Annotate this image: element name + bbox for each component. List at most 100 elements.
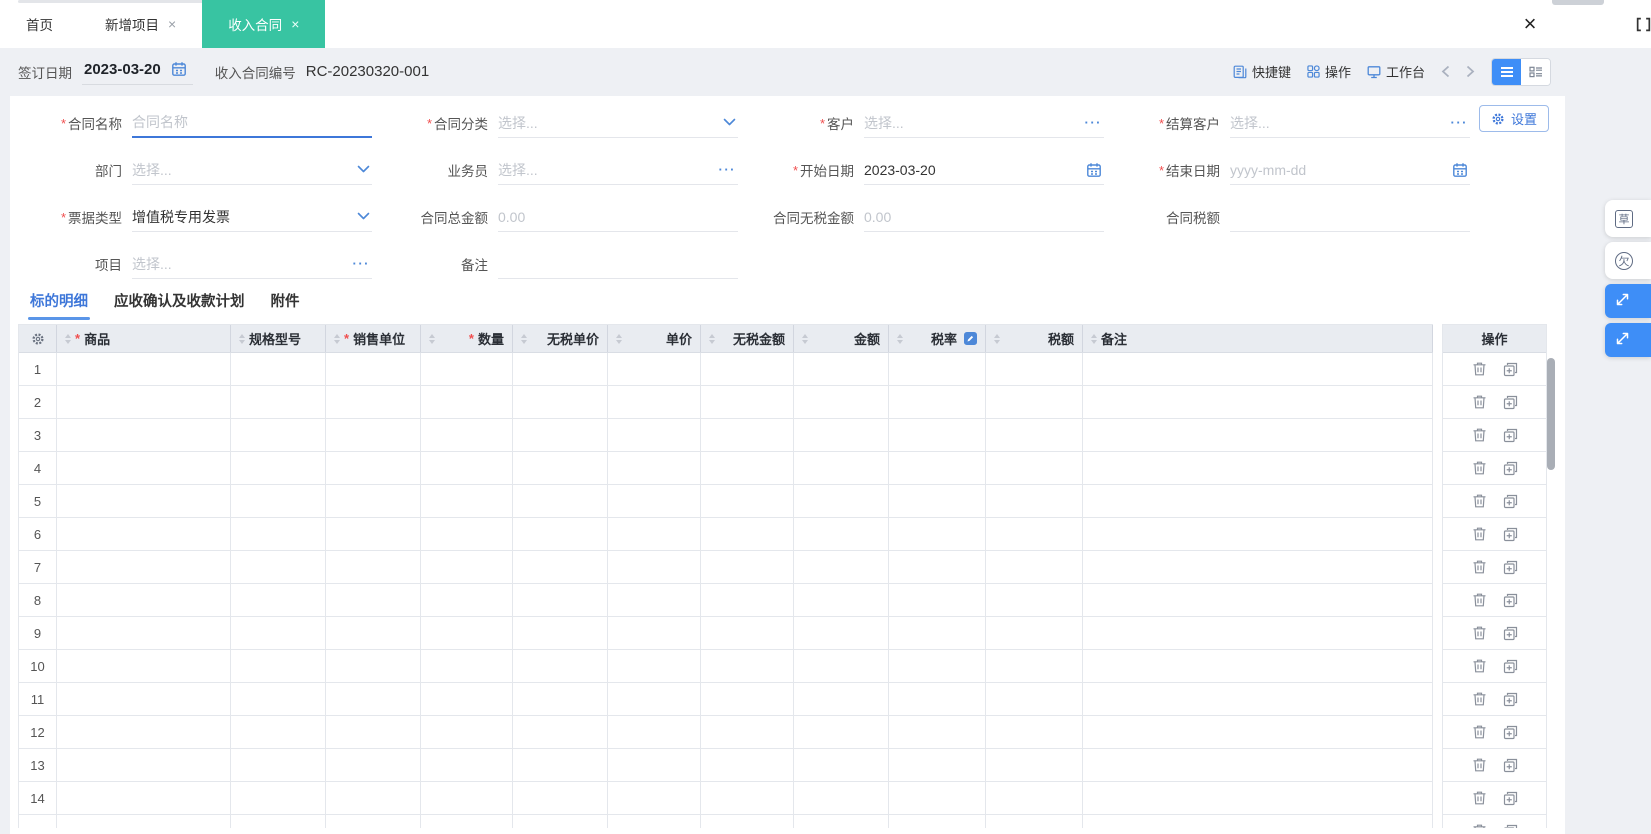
cell-row-remark[interactable] bbox=[1083, 815, 1433, 828]
cell-quantity[interactable] bbox=[421, 617, 513, 649]
copy-row-icon[interactable] bbox=[1503, 791, 1518, 806]
cell-amount[interactable] bbox=[794, 452, 889, 484]
sort-icon[interactable] bbox=[429, 333, 435, 344]
cell-tax-rate[interactable] bbox=[889, 485, 986, 517]
toolbar-workbench-button[interactable]: 工作台 bbox=[1367, 62, 1425, 81]
cell-sales-unit[interactable] bbox=[326, 749, 421, 781]
cell-sales-unit[interactable] bbox=[326, 485, 421, 517]
calendar-icon[interactable] bbox=[1084, 162, 1104, 178]
cell-sales-unit[interactable] bbox=[326, 518, 421, 550]
cell-taxfree-price[interactable] bbox=[513, 584, 608, 616]
column-header-sales-unit[interactable]: * 销售单位 bbox=[326, 325, 421, 352]
cell-taxfree-amount[interactable] bbox=[701, 749, 794, 781]
cell-sales-unit[interactable] bbox=[326, 551, 421, 583]
cell-amount[interactable] bbox=[794, 716, 889, 748]
cell-tax-rate[interactable] bbox=[889, 584, 986, 616]
copy-row-icon[interactable] bbox=[1503, 758, 1518, 773]
cell-product[interactable] bbox=[57, 716, 231, 748]
chevron-down-icon[interactable] bbox=[355, 165, 372, 174]
cell-product[interactable] bbox=[57, 551, 231, 583]
tab-home[interactable]: 首页 bbox=[0, 0, 79, 48]
salesperson-input[interactable] bbox=[498, 156, 717, 183]
copy-row-icon[interactable] bbox=[1503, 494, 1518, 509]
department-input[interactable] bbox=[132, 156, 355, 183]
cell-tax-amount[interactable] bbox=[986, 386, 1083, 418]
cell-tax-rate[interactable] bbox=[889, 518, 986, 550]
tab-income-contract[interactable]: 收入合同 × bbox=[202, 0, 326, 48]
cell-taxfree-amount[interactable] bbox=[701, 386, 794, 418]
settlement-customer-input[interactable] bbox=[1230, 109, 1449, 136]
cell-spec-model[interactable] bbox=[231, 419, 326, 451]
cell-quantity[interactable] bbox=[421, 452, 513, 484]
cell-price[interactable] bbox=[608, 584, 701, 616]
delete-row-icon[interactable] bbox=[1472, 823, 1487, 828]
detail-tab-subject-detail[interactable]: 标的明细 bbox=[28, 290, 90, 320]
cell-taxfree-price[interactable] bbox=[513, 683, 608, 715]
cell-product[interactable] bbox=[57, 815, 231, 828]
cell-spec-model[interactable] bbox=[231, 551, 326, 583]
cell-amount[interactable] bbox=[794, 551, 889, 583]
sort-icon[interactable] bbox=[239, 333, 245, 344]
cell-spec-model[interactable] bbox=[231, 353, 326, 385]
delete-row-icon[interactable] bbox=[1472, 658, 1487, 674]
cell-sales-unit[interactable] bbox=[326, 716, 421, 748]
list-view-button[interactable] bbox=[1492, 58, 1521, 85]
calendar-icon[interactable] bbox=[171, 61, 187, 77]
cell-price[interactable] bbox=[608, 452, 701, 484]
cell-quantity[interactable] bbox=[421, 485, 513, 517]
cell-taxfree-amount[interactable] bbox=[701, 716, 794, 748]
cell-taxfree-price[interactable] bbox=[513, 716, 608, 748]
cell-sales-unit[interactable] bbox=[326, 386, 421, 418]
cell-price[interactable] bbox=[608, 617, 701, 649]
fullscreen-icon[interactable] bbox=[1621, 5, 1651, 43]
cell-product[interactable] bbox=[57, 584, 231, 616]
cell-product[interactable] bbox=[57, 749, 231, 781]
cell-spec-model[interactable] bbox=[231, 716, 326, 748]
sort-icon[interactable] bbox=[709, 333, 715, 344]
chevron-down-icon[interactable] bbox=[355, 212, 372, 221]
cell-tax-rate[interactable] bbox=[889, 716, 986, 748]
column-header-spec-model[interactable]: 规格型号 bbox=[231, 325, 326, 352]
cell-taxfree-price[interactable] bbox=[513, 452, 608, 484]
delete-row-icon[interactable] bbox=[1472, 625, 1487, 641]
chevron-down-icon[interactable] bbox=[721, 118, 738, 127]
cell-row-remark[interactable] bbox=[1083, 716, 1433, 748]
cell-taxfree-amount[interactable] bbox=[701, 551, 794, 583]
delete-row-icon[interactable] bbox=[1472, 427, 1487, 443]
cell-row-remark[interactable] bbox=[1083, 353, 1433, 385]
cell-spec-model[interactable] bbox=[231, 386, 326, 418]
column-header-quantity[interactable]: * 数量 bbox=[421, 325, 513, 352]
contract-tax-amount-input[interactable] bbox=[1230, 203, 1470, 230]
remark-input[interactable] bbox=[498, 250, 738, 277]
expand-bottom-button[interactable] bbox=[1605, 323, 1651, 357]
copy-row-icon[interactable] bbox=[1503, 428, 1518, 443]
cell-price[interactable] bbox=[608, 749, 701, 781]
cell-product[interactable] bbox=[57, 485, 231, 517]
column-header-product[interactable]: * 商品 bbox=[57, 325, 231, 352]
cell-row-remark[interactable] bbox=[1083, 650, 1433, 682]
cell-taxfree-amount[interactable] bbox=[701, 617, 794, 649]
vertical-scrollbar[interactable] bbox=[1547, 358, 1555, 470]
cell-sales-unit[interactable] bbox=[326, 650, 421, 682]
ellipsis-icon[interactable]: ··· bbox=[1083, 116, 1105, 129]
cell-sales-unit[interactable] bbox=[326, 617, 421, 649]
nav-back-icon[interactable] bbox=[1441, 65, 1450, 78]
column-header-tax-rate[interactable]: 税率 bbox=[889, 325, 986, 352]
project-input[interactable] bbox=[132, 250, 351, 277]
cell-quantity[interactable] bbox=[421, 716, 513, 748]
cell-row-remark[interactable] bbox=[1083, 749, 1433, 781]
customer-input[interactable] bbox=[864, 109, 1083, 136]
cell-tax-rate[interactable] bbox=[889, 419, 986, 451]
delete-row-icon[interactable] bbox=[1472, 493, 1487, 509]
copy-row-icon[interactable] bbox=[1503, 461, 1518, 476]
cell-spec-model[interactable] bbox=[231, 518, 326, 550]
copy-row-icon[interactable] bbox=[1503, 824, 1518, 828]
detail-tab-attachment[interactable]: 附件 bbox=[271, 290, 300, 320]
cell-tax-amount[interactable] bbox=[986, 617, 1083, 649]
delete-row-icon[interactable] bbox=[1472, 460, 1487, 476]
cell-sales-unit[interactable] bbox=[326, 782, 421, 814]
column-header-row-remark[interactable]: 备注 bbox=[1083, 325, 1433, 352]
cell-quantity[interactable] bbox=[421, 815, 513, 828]
cell-row-remark[interactable] bbox=[1083, 419, 1433, 451]
cell-price[interactable] bbox=[608, 650, 701, 682]
